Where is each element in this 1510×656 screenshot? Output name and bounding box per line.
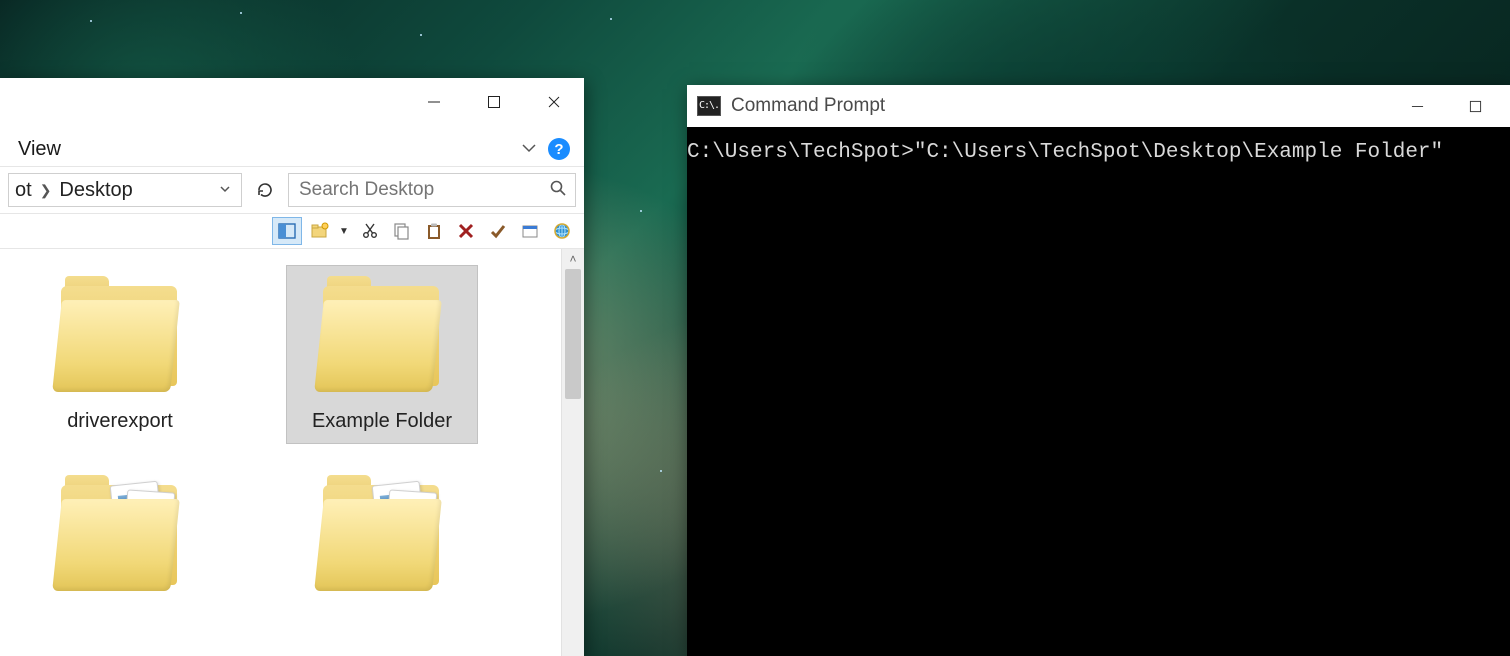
refresh-button[interactable] (248, 173, 282, 207)
apply-button[interactable] (484, 218, 512, 244)
cut-button[interactable] (356, 218, 384, 244)
cmd-maximize-button[interactable] (1446, 87, 1504, 125)
breadcrumb-separator-icon[interactable]: ❯ (36, 182, 56, 199)
breadcrumb-current[interactable]: Desktop (55, 179, 136, 202)
minimize-button[interactable] (404, 84, 464, 120)
properties-button[interactable] (516, 218, 544, 244)
ribbon-tab-view[interactable]: View (18, 138, 61, 161)
folder-item[interactable] (286, 464, 478, 612)
folder-item[interactable]: driverexport (24, 265, 216, 444)
scroll-up-icon[interactable]: ˄ (562, 249, 584, 269)
folder-icon (55, 272, 185, 402)
maximize-button[interactable] (464, 84, 524, 120)
command-prompt-window[interactable]: C:\. Command Prompt C:\Users\TechSpot>"C… (687, 85, 1510, 656)
cmd-title: Command Prompt (731, 95, 885, 117)
preview-pane-button[interactable] (272, 217, 302, 245)
folder-with-files-icon (317, 471, 447, 601)
address-bar[interactable]: ot ❯ Desktop (8, 173, 242, 207)
explorer-titlebar[interactable] (0, 78, 584, 132)
folder-label: driverexport (67, 410, 173, 433)
help-icon[interactable]: ? (548, 138, 570, 160)
cmd-line: C:\Users\TechSpot>"C:\Users\TechSpot\Des… (687, 141, 1443, 164)
explorer-quick-toolbar: ▼ (0, 214, 584, 249)
new-folder-button[interactable] (306, 218, 334, 244)
explorer-address-row: ot ❯ Desktop (0, 167, 584, 214)
folder-with-files-icon (55, 471, 185, 601)
folder-item[interactable]: Example Folder (286, 265, 478, 444)
new-dropdown-icon[interactable]: ▼ (338, 218, 352, 244)
delete-button[interactable] (452, 218, 480, 244)
breadcrumb-part-truncated[interactable]: ot (11, 179, 36, 202)
folder-icon (317, 272, 447, 402)
search-icon[interactable] (549, 179, 567, 202)
search-box[interactable] (288, 173, 576, 207)
search-input[interactable] (297, 178, 549, 202)
explorer-scrollbar[interactable]: ˄ (561, 249, 584, 656)
address-dropdown-icon[interactable] (215, 182, 235, 198)
paste-button[interactable] (420, 218, 448, 244)
cmd-titlebar[interactable]: C:\. Command Prompt (687, 85, 1510, 127)
cmd-minimize-button[interactable] (1388, 87, 1446, 125)
files-area[interactable]: driverexport Example Folder (0, 249, 561, 656)
explorer-ribbon-tabs: View ? (0, 132, 584, 167)
file-explorer-window[interactable]: View ? ot ❯ Desktop (0, 78, 584, 656)
explorer-content: driverexport Example Folder ˄ (0, 249, 584, 656)
globe-button[interactable] (548, 218, 576, 244)
ribbon-collapse-icon[interactable] (520, 138, 538, 161)
scroll-thumb[interactable] (565, 269, 581, 399)
cmd-output[interactable]: C:\Users\TechSpot>"C:\Users\TechSpot\Des… (687, 127, 1510, 656)
copy-button[interactable] (388, 218, 416, 244)
close-button[interactable] (524, 84, 584, 120)
folder-label: Example Folder (312, 410, 452, 433)
folder-item[interactable] (24, 464, 216, 612)
cmd-icon: C:\. (697, 96, 721, 116)
